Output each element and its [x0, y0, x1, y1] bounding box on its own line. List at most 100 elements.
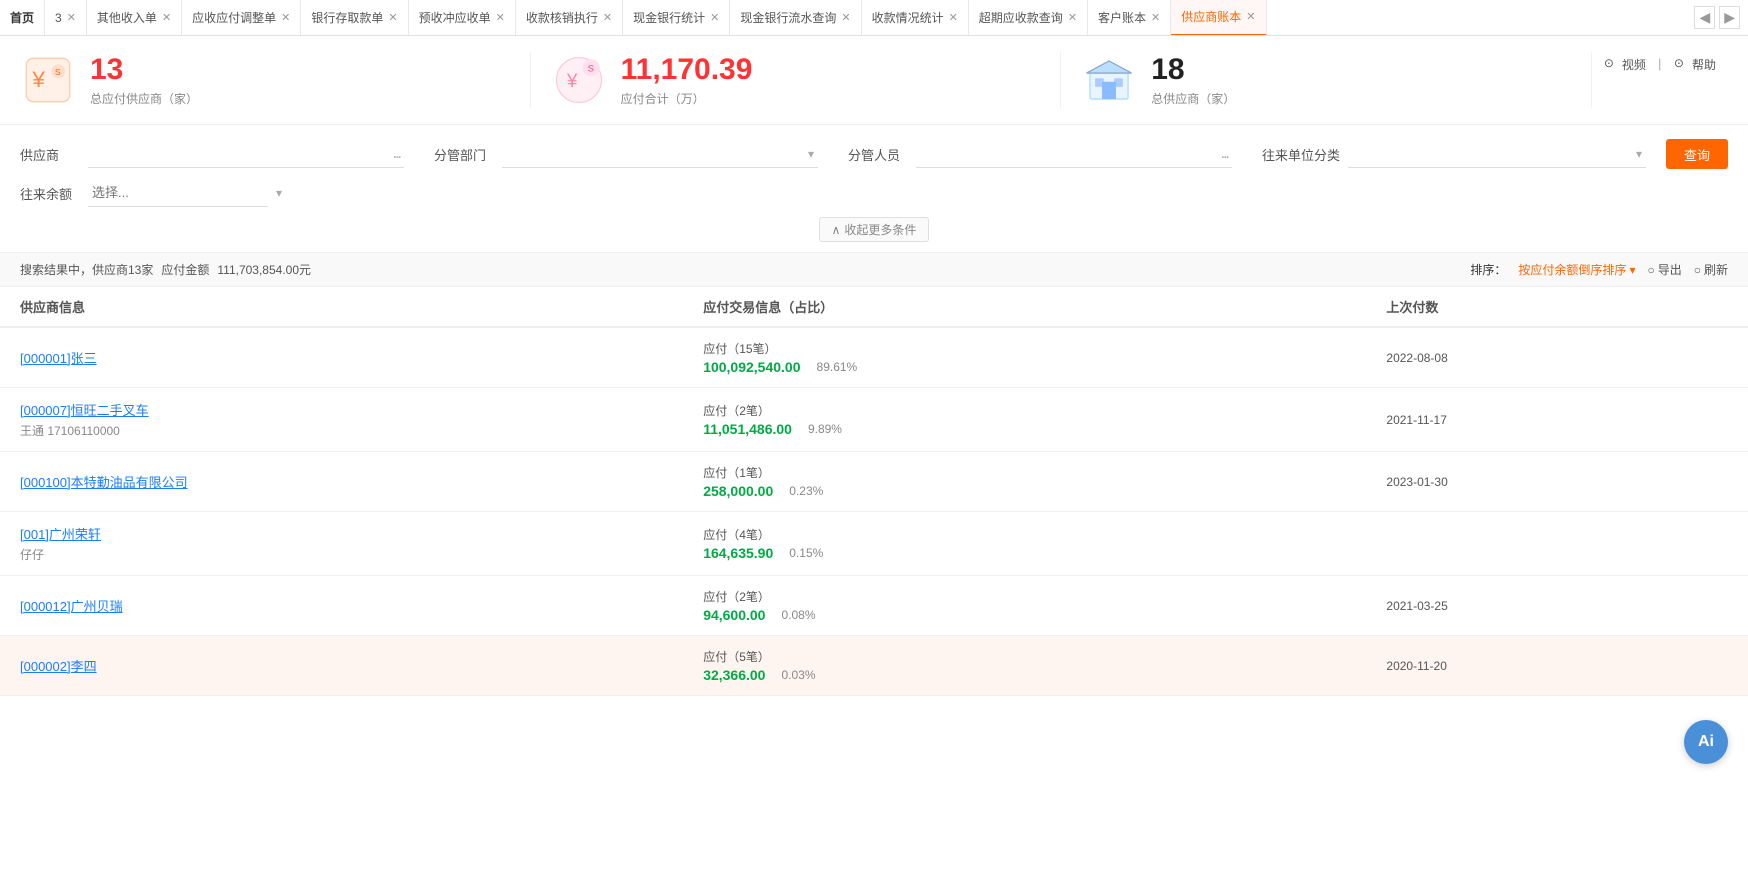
home-label: 首页	[10, 9, 34, 26]
supplier-input-container: ...	[88, 140, 404, 168]
supplier-dots-icon[interactable]: ...	[389, 145, 404, 163]
circle-icon: ⊙	[1604, 56, 1614, 70]
close-icon-collection[interactable]: ✕	[603, 11, 612, 24]
balance-dropdown-icon[interactable]: ▾	[272, 186, 286, 200]
supplier-link-5[interactable]: [000012]广州贝瑞	[20, 596, 703, 615]
close-icon-cash-stat[interactable]: ✕	[710, 11, 719, 24]
nav-tab-supplier-ledger[interactable]: 供应商账本 ✕	[1171, 0, 1266, 36]
help-link[interactable]: 帮助	[1692, 56, 1716, 73]
filter-row-1: 供应商 ... 分管部门 ▾ 分管人员 ... 往来单位分类	[20, 139, 1728, 169]
filter-unit-category: 往来单位分类 ▾	[1262, 140, 1646, 168]
stat-label-total-suppliers: 总供应商（家）	[1151, 90, 1235, 107]
supplier-link-4[interactable]: [001]广州荣轩	[20, 524, 703, 543]
supplier-cell-1: [000001]张三	[20, 348, 703, 367]
close-icon-tab3[interactable]: ✕	[67, 11, 76, 24]
nav-prev-arrow[interactable]: ◀	[1694, 6, 1715, 29]
unit-category-dropdown-icon[interactable]: ▾	[1632, 147, 1646, 161]
transaction-amount-4[interactable]: 164,635.90	[703, 545, 773, 561]
tab-customer-ledger-label: 客户账本	[1098, 9, 1146, 26]
transaction-amount-2[interactable]: 11,051,486.00	[703, 421, 792, 437]
export-label: 导出	[1658, 261, 1682, 278]
department-input-container: ▾	[502, 140, 818, 168]
close-icon-collect-stat[interactable]: ✕	[949, 11, 958, 24]
filter-manager: 分管人员 ...	[848, 140, 1232, 168]
nav-tab-collection[interactable]: 收款核销执行 ✕	[516, 0, 623, 36]
stat-info-payable-amount: 11,170.39 应付合计（万）	[621, 53, 753, 107]
manager-input-container: ...	[916, 140, 1232, 168]
nav-tab-3[interactable]: 3 ✕	[45, 0, 87, 36]
refresh-label: 刷新	[1704, 261, 1728, 278]
supplier-link-3[interactable]: [000100]本特勤油品有限公司	[20, 472, 703, 491]
link-separator: ｜	[1654, 56, 1666, 73]
supplier-link-6[interactable]: [000002]李四	[20, 656, 703, 675]
nav-tab-bank[interactable]: 银行存取款单 ✕	[301, 0, 408, 36]
nav-tab-collect-stat[interactable]: 收款情况统计 ✕	[862, 0, 969, 36]
unit-category-filter-label: 往来单位分类	[1262, 145, 1340, 164]
close-icon-cash-flow[interactable]: ✕	[841, 11, 850, 24]
transaction-amount-5[interactable]: 94,600.00	[703, 607, 765, 623]
close-icon-overdue[interactable]: ✕	[1068, 11, 1077, 24]
supplier-input[interactable]	[88, 140, 389, 168]
close-icon-other-income[interactable]: ✕	[162, 11, 171, 24]
unit-category-input[interactable]	[1348, 140, 1632, 168]
transaction-pct-1: 89.61%	[817, 360, 858, 374]
export-icon: ○	[1647, 263, 1654, 277]
close-icon-customer[interactable]: ✕	[1151, 11, 1160, 24]
nav-tab-other-income[interactable]: 其他收入单 ✕	[87, 0, 182, 36]
supplier-cell-5: [000012]广州贝瑞	[20, 596, 703, 615]
export-button[interactable]: ○ 导出	[1647, 261, 1681, 278]
supplier-filter-label: 供应商	[20, 145, 80, 164]
balance-input[interactable]	[88, 179, 272, 207]
collapse-button[interactable]: ∧ 收起更多条件	[819, 217, 930, 242]
sort-label: 排序：	[1470, 261, 1506, 278]
supplier-icon: ¥ S	[20, 52, 76, 108]
transaction-amount-6[interactable]: 32,366.00	[703, 667, 765, 683]
result-text: 搜索结果中，供应商13家	[20, 261, 153, 278]
top-right-links: ⊙ 视频 ｜ ⊙ 帮助	[1592, 52, 1728, 108]
supplier-cell-6: [000002]李四	[20, 656, 703, 675]
transaction-cell-4: 应付（4笔） 164,635.90 0.15%	[703, 526, 1386, 561]
search-button[interactable]: 查询	[1666, 139, 1728, 169]
nav-tab-prepay[interactable]: 预收冲应收单 ✕	[409, 0, 516, 36]
sort-select[interactable]: 按应付余额倒序排序 ▾	[1518, 261, 1635, 278]
tab-3-label: 3	[55, 11, 62, 25]
department-input[interactable]	[502, 140, 804, 168]
filter-balance: 往来余额 ▾	[20, 179, 1728, 207]
manager-dots-icon[interactable]: ...	[1217, 145, 1232, 163]
stat-info-payable-suppliers: 13 总应付供应商（家）	[90, 53, 198, 107]
nav-tab-home[interactable]: 首页	[0, 0, 45, 36]
department-dropdown-icon[interactable]: ▾	[804, 147, 818, 161]
stat-info-total-suppliers: 18 总供应商（家）	[1151, 53, 1235, 107]
transaction-amount-3[interactable]: 258,000.00	[703, 483, 773, 499]
nav-tab-cash-stat[interactable]: 现金银行统计 ✕	[623, 0, 730, 36]
manager-input[interactable]	[916, 140, 1217, 168]
filter-department: 分管部门 ▾	[434, 140, 818, 168]
result-amount-value: 111,703,854.00元	[217, 261, 311, 278]
last-payment-date-3: 2023-01-30	[1386, 475, 1447, 489]
close-icon-bank[interactable]: ✕	[388, 11, 397, 24]
nav-tab-cash-flow[interactable]: 现金银行流水查询 ✕	[730, 0, 861, 36]
supplier-link-2[interactable]: [000007]恒旺二手叉车	[20, 400, 703, 419]
tab-supplier-ledger-label: 供应商账本	[1181, 8, 1241, 25]
refresh-button[interactable]: ○ 刷新	[1694, 261, 1728, 278]
transaction-cell-2: 应付（2笔） 11,051,486.00 9.89%	[703, 402, 1386, 437]
close-icon-adjustment[interactable]: ✕	[281, 11, 290, 24]
close-icon-supplier[interactable]: ✕	[1246, 10, 1255, 23]
last-payment-date-1: 2022-08-08	[1386, 351, 1447, 365]
video-link[interactable]: 视频	[1622, 56, 1646, 73]
transaction-amount-1[interactable]: 100,092,540.00	[703, 359, 800, 375]
nav-tab-overdue[interactable]: 超期应收款查询 ✕	[969, 0, 1088, 36]
collapse-label: 收起更多条件	[844, 221, 916, 238]
nav-tab-adjustment[interactable]: 应收应付调整单 ✕	[182, 0, 301, 36]
table-row: [001]广州荣轩 仔仔 应付（4笔） 164,635.90 0.15%	[0, 512, 1748, 576]
nav-next-arrow[interactable]: ▶	[1719, 6, 1740, 29]
supplier-sub-2: 王通 17106110000	[20, 422, 703, 439]
svg-text:¥: ¥	[31, 67, 45, 92]
nav-tab-customer-ledger[interactable]: 客户账本 ✕	[1088, 0, 1171, 36]
ai-button[interactable]: Ai	[1684, 720, 1728, 764]
stat-card-total-suppliers: 18 总供应商（家）	[1061, 52, 1592, 108]
close-icon-prepay[interactable]: ✕	[496, 11, 505, 24]
stat-number-payable-amount: 11,170.39	[621, 53, 753, 86]
supplier-link-1[interactable]: [000001]张三	[20, 348, 703, 367]
balance-filter-label: 往来余额	[20, 184, 80, 203]
